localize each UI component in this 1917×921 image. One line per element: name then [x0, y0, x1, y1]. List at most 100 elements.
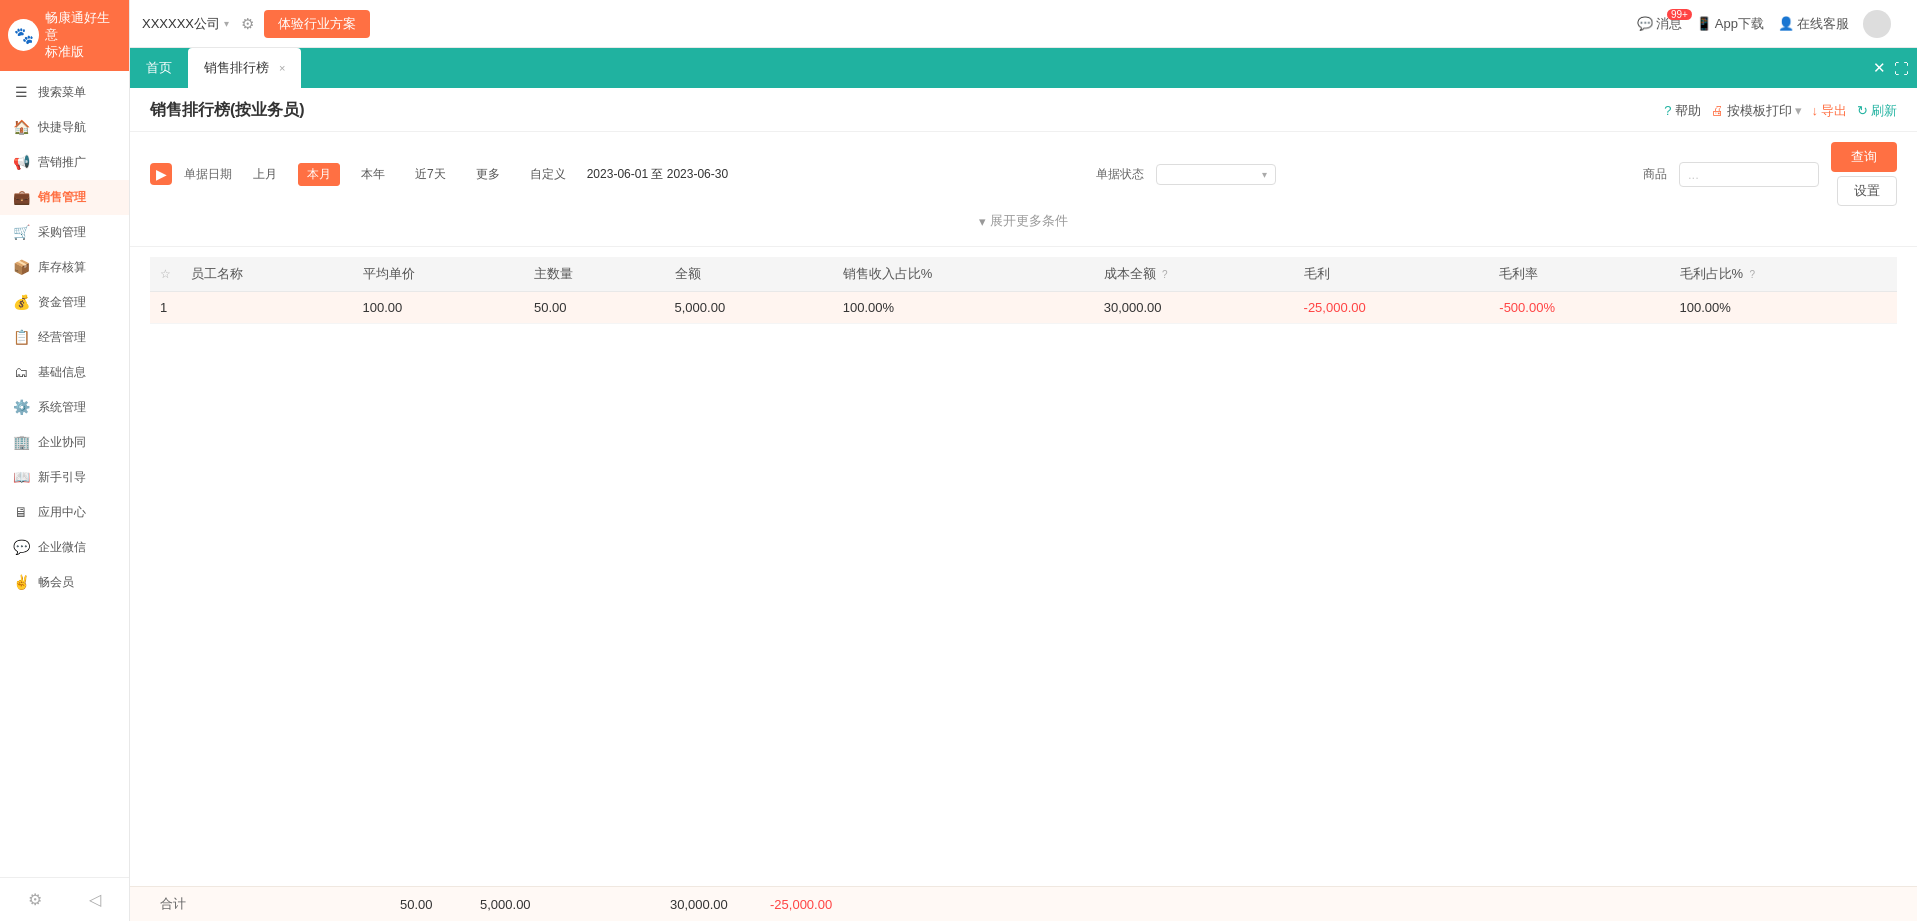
sidebar-item-guide[interactable]: 📖 新手引导 — [0, 460, 129, 495]
marketing-icon: 📢 — [12, 154, 30, 170]
sidebar-item-purchase[interactable]: 🛒 采购管理 — [0, 215, 129, 250]
system-icon: ⚙️ — [12, 399, 30, 415]
sidebar-item-finance[interactable]: 💰 资金管理 — [0, 285, 129, 320]
print-label: 按模板打印 — [1727, 102, 1792, 120]
app-download-btn[interactable]: 📱 App下载 — [1696, 15, 1764, 33]
help-label: 帮助 — [1675, 102, 1701, 120]
th-cost: 成本全额 ? — [1094, 257, 1294, 292]
footer-cost: 30,000.00 — [670, 897, 770, 912]
sidebar-item-operations[interactable]: 📋 经营管理 — [0, 320, 129, 355]
online-service-btn[interactable]: 👤 在线客服 — [1778, 15, 1849, 33]
status-select[interactable]: ▾ — [1156, 164, 1276, 185]
tab-sales-ranking[interactable]: 销售排行榜 × — [188, 48, 301, 88]
date-custom-btn[interactable]: 自定义 — [521, 163, 575, 186]
goods-input[interactable]: ... — [1679, 162, 1819, 187]
td-amount: 5,000.00 — [665, 292, 833, 324]
th-employee-name: 员工名称 — [181, 257, 353, 292]
message-btn[interactable]: 💬 消息 99+ — [1637, 15, 1682, 33]
sidebar-settings-icon[interactable]: ⚙ — [24, 886, 46, 913]
sales-icon: 💼 — [12, 189, 30, 205]
home-icon: 🏠 — [12, 119, 30, 135]
company-settings-icon[interactable]: ⚙ — [241, 15, 254, 33]
date-7days-btn[interactable]: 近7天 — [406, 163, 455, 186]
sidebar-item-app-center[interactable]: 🖥 应用中心 — [0, 495, 129, 530]
td-avg-price: 100.00 — [353, 292, 525, 324]
expand-conditions-btn[interactable]: ▾ 展开更多条件 — [979, 212, 1068, 230]
page: 销售排行榜(按业务员) ? 帮助 🖨 按模板打印 ▾ ↓ 导出 — [130, 88, 1917, 921]
tabbar-right: ✕ ⛶ — [1873, 59, 1917, 77]
print-dropdown-icon: ▾ — [1795, 103, 1802, 118]
operations-icon: 📋 — [12, 329, 30, 345]
sidebar-item-member[interactable]: ✌ 畅会员 — [0, 565, 129, 600]
close-window-icon[interactable]: ✕ — [1873, 59, 1886, 77]
filter-row: ▶ 单据日期 上月 本月 本年 近7天 更多 自定义 2023-06-01 至 … — [150, 142, 1897, 206]
fullscreen-icon[interactable]: ⛶ — [1894, 60, 1909, 77]
sidebar-bottom: ⚙ ◁ — [0, 877, 129, 921]
experience-btn[interactable]: 体验行业方案 — [264, 10, 370, 38]
active-tab-label: 销售排行榜 — [204, 59, 269, 77]
sidebar-logo: 🐾 畅康通好生意 标准版 — [0, 0, 129, 71]
date-prev-month-btn[interactable]: 上月 — [244, 163, 286, 186]
service-label: 在线客服 — [1797, 15, 1849, 33]
settings-btn[interactable]: 设置 — [1837, 176, 1897, 206]
purchase-icon: 🛒 — [12, 224, 30, 240]
refresh-label: 刷新 — [1871, 102, 1897, 120]
sidebar-item-sales[interactable]: 💼 销售管理 — [0, 180, 129, 215]
app-download-label: App下载 — [1715, 15, 1764, 33]
export-label: 导出 — [1821, 102, 1847, 120]
table-row: 1 100.00 50.00 5,000.00 100.00% 30,000.0… — [150, 292, 1897, 324]
home-tab-label: 首页 — [146, 59, 172, 77]
sidebar-item-enterprise[interactable]: 🏢 企业协同 — [0, 425, 129, 460]
basic-info-icon: 🗂 — [12, 364, 30, 380]
sidebar-item-marketing[interactable]: 📢 营销推广 — [0, 145, 129, 180]
finance-icon: 💰 — [12, 294, 30, 310]
th-qty: 主数量 — [524, 257, 665, 292]
enterprise-icon: 🏢 — [12, 434, 30, 450]
date-more-btn[interactable]: 更多 — [467, 163, 509, 186]
export-icon: ↓ — [1812, 103, 1819, 118]
tab-home[interactable]: 首页 — [130, 48, 188, 88]
sidebar-item-quick-nav[interactable]: 🏠 快捷导航 — [0, 110, 129, 145]
page-header: 销售排行榜(按业务员) ? 帮助 🖨 按模板打印 ▾ ↓ 导出 — [130, 88, 1917, 132]
inventory-icon: 📦 — [12, 259, 30, 275]
topbar: XXXXXX公司 ▾ ⚙ 体验行业方案 💬 消息 99+ 📱 App下载 👤 在… — [130, 0, 1917, 48]
help-btn[interactable]: ? 帮助 — [1664, 102, 1700, 120]
td-sales-pct: 100.00% — [833, 292, 1094, 324]
sidebar-item-basic-info[interactable]: 🗂 基础信息 — [0, 355, 129, 390]
status-label: 单据状态 — [1096, 166, 1144, 183]
date-this-month-btn[interactable]: 本月 — [298, 163, 340, 186]
app-center-icon: 🖥 — [12, 504, 30, 520]
cost-tip-icon[interactable]: ? — [1162, 269, 1168, 280]
query-btn[interactable]: 查询 — [1831, 142, 1897, 172]
footer-gross: -25,000.00 — [770, 897, 870, 912]
data-table: ☆ 员工名称 平均单价 主数量 全额 — [150, 257, 1897, 324]
date-label: 单据日期 — [184, 166, 232, 183]
sidebar-item-inventory[interactable]: 📦 库存核算 — [0, 250, 129, 285]
sidebar-collapse-icon[interactable]: ◁ — [85, 886, 105, 913]
search-menu-icon: ☰ — [12, 84, 30, 100]
date-this-year-btn[interactable]: 本年 — [352, 163, 394, 186]
sidebar-item-system[interactable]: ⚙️ 系统管理 — [0, 390, 129, 425]
expand-row: ▾ 展开更多条件 — [150, 206, 1897, 236]
sidebar-menu: ☰ 搜索菜单 🏠 快捷导航 📢 营销推广 💼 销售管理 🛒 采购管理 📦 库存核… — [0, 71, 129, 877]
print-btn[interactable]: 🖨 按模板打印 ▾ — [1711, 102, 1802, 120]
filter-toggle-btn[interactable]: ▶ — [150, 163, 172, 185]
footer-qty: 50.00 — [400, 897, 480, 912]
avatar[interactable] — [1863, 10, 1891, 38]
message-icon: 💬 — [1637, 16, 1653, 31]
company-selector[interactable]: XXXXXX公司 ▾ — [142, 15, 229, 33]
th-gross: 毛利 — [1294, 257, 1490, 292]
message-badge: 99+ — [1667, 9, 1692, 20]
th-settings[interactable]: ☆ — [150, 257, 181, 292]
refresh-btn[interactable]: ↻ 刷新 — [1857, 102, 1897, 120]
gross-pct-tip-icon[interactable]: ? — [1749, 269, 1755, 280]
export-btn[interactable]: ↓ 导出 — [1812, 102, 1848, 120]
sidebar-item-search-order[interactable]: ☰ 搜索菜单 — [0, 75, 129, 110]
sidebar-item-wechat[interactable]: 💬 企业微信 — [0, 530, 129, 565]
table-container: ☆ 员工名称 平均单价 主数量 全额 — [130, 247, 1917, 334]
th-avg-price: 平均单价 — [353, 257, 525, 292]
tab-close-icon[interactable]: × — [279, 62, 285, 74]
content-area: 销售排行榜(按业务员) ? 帮助 🖨 按模板打印 ▾ ↓ 导出 — [130, 88, 1917, 921]
td-gross: -25,000.00 — [1294, 292, 1490, 324]
company-name: XXXXXX公司 — [142, 15, 220, 33]
